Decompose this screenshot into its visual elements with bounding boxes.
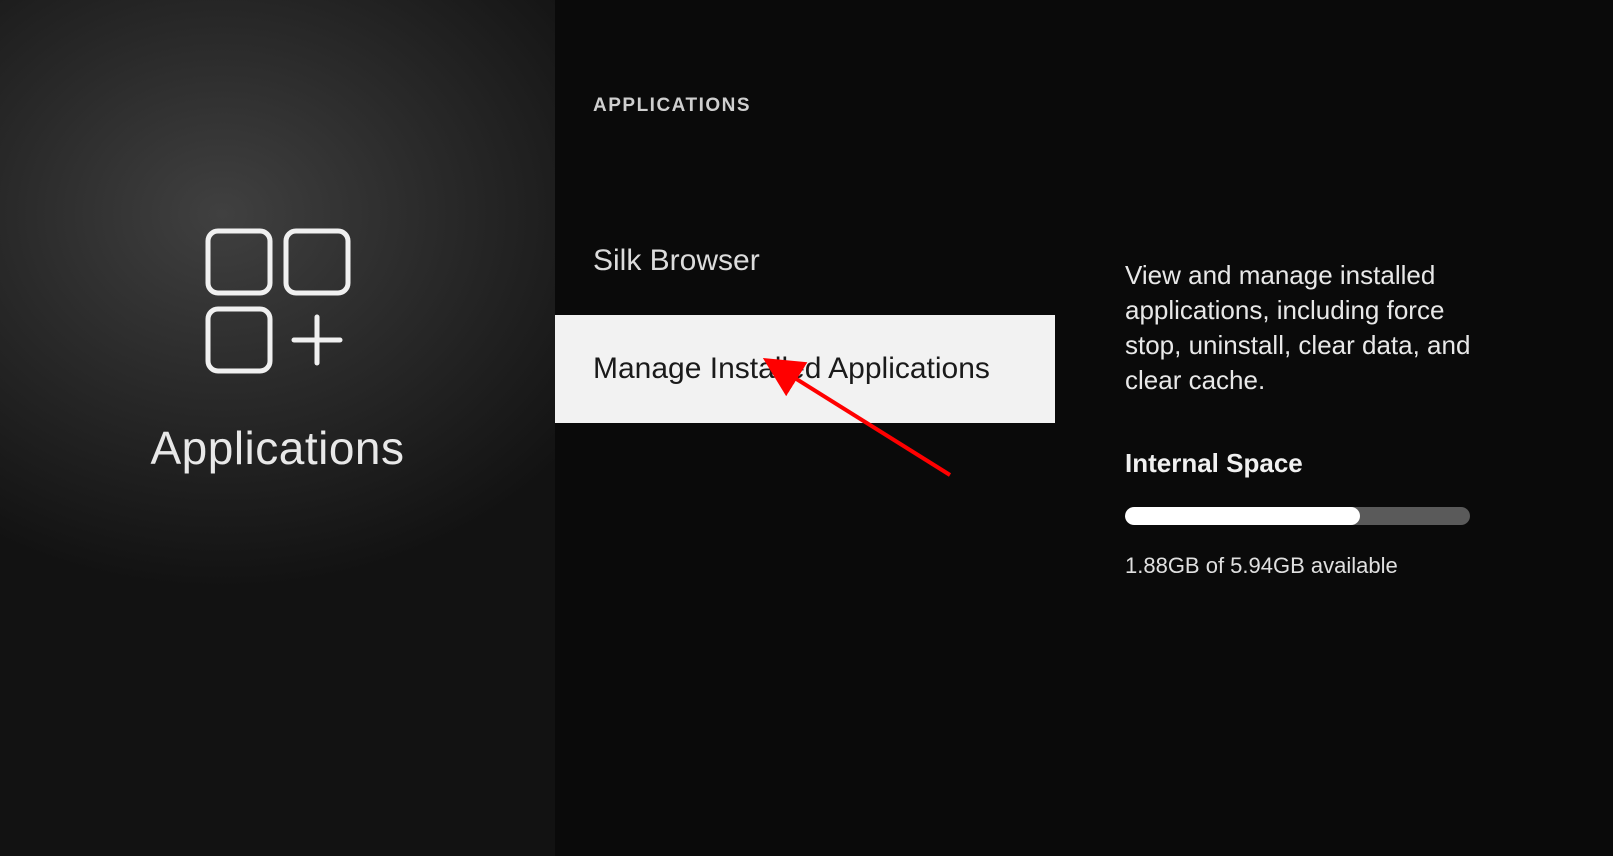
applications-icon [198, 221, 358, 381]
menu-column: APPLICATIONS Silk Browser Manage Install… [555, 0, 1055, 856]
menu-item-manage-installed-applications[interactable]: Manage Installed Applications [555, 315, 1055, 423]
category-title: Applications [150, 421, 404, 475]
detail-panel: View and manage installed applications, … [1055, 0, 1613, 856]
section-header: APPLICATIONS [555, 95, 1055, 117]
menu-item-label: Manage Installed Applications [593, 352, 990, 386]
storage-text: 1.88GB of 5.94GB available [1125, 553, 1513, 579]
item-description: View and manage installed applications, … [1125, 258, 1485, 398]
storage-bar-fill [1125, 507, 1360, 525]
category-panel: Applications [0, 0, 555, 856]
menu-item-silk-browser[interactable]: Silk Browser [555, 207, 1055, 315]
storage-title: Internal Space [1125, 448, 1513, 479]
menu-item-label: Silk Browser [593, 244, 760, 278]
storage-bar [1125, 507, 1470, 525]
